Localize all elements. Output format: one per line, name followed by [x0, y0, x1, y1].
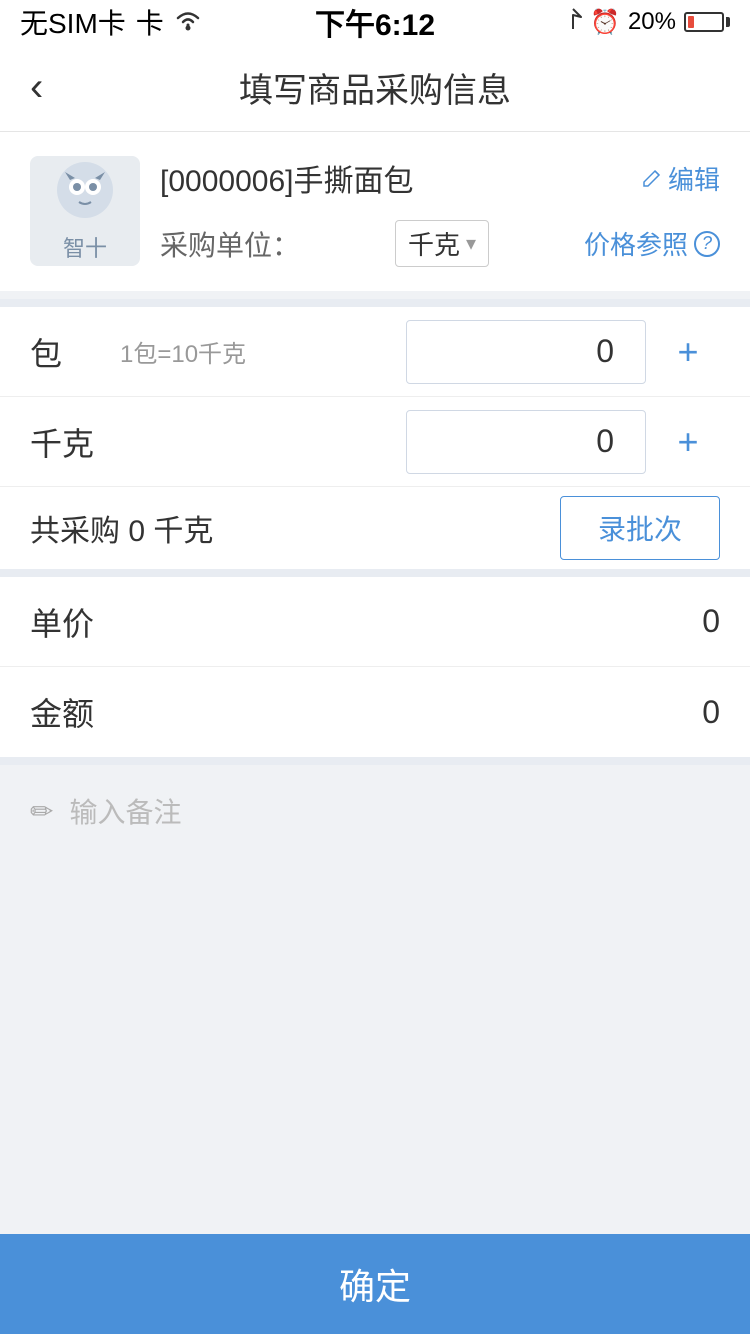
- kg-label: 千克: [30, 419, 110, 465]
- product-thumb-label: 智十: [63, 231, 107, 263]
- section-divider-1: [0, 299, 750, 307]
- status-time: 下午6:12: [315, 0, 435, 44]
- kg-input[interactable]: [406, 410, 646, 474]
- summary-row: 共采购 0 千克 录批次: [0, 487, 750, 577]
- bag-input-row: 包 1包=10千克 +: [0, 307, 750, 397]
- detail-section: 单价 0 金额 0: [0, 577, 750, 765]
- kg-input-row: 千克 +: [0, 397, 750, 487]
- bag-plus-button[interactable]: +: [656, 320, 720, 384]
- confirm-bar[interactable]: 确定: [0, 1234, 750, 1334]
- info-icon: ?: [694, 231, 720, 257]
- input-section: 包 1包=10千克 + 千克 +: [0, 307, 750, 487]
- unit-price-label: 单价: [30, 599, 702, 645]
- edit-button[interactable]: 编辑: [640, 160, 720, 197]
- chevron-down-icon: ▾: [466, 231, 476, 256]
- page-title: 填写商品采购信息: [239, 63, 511, 112]
- product-thumb-icon: [55, 160, 115, 227]
- status-left: 无SIM卡 卡: [20, 2, 202, 42]
- product-unit-row: 采购单位： 千克 ▾ 价格参照 ?: [160, 220, 720, 267]
- sim-icon: 卡: [136, 2, 164, 42]
- bag-sub-label: 1包=10千克: [120, 334, 246, 369]
- pencil-icon: ✏: [30, 795, 53, 828]
- product-thumbnail: 智十: [30, 156, 140, 266]
- product-name: [0000006]手撕面包: [160, 156, 413, 200]
- nav-bar: ‹ 填写商品采购信息: [0, 44, 750, 132]
- back-button[interactable]: ‹: [0, 65, 73, 110]
- batch-button[interactable]: 录批次: [560, 496, 720, 560]
- alarm-icon: ⏰: [590, 8, 620, 37]
- bottom-spacer: [0, 857, 750, 1157]
- status-right: ⏰ 20%: [564, 8, 730, 37]
- unit-price-value: 0: [702, 603, 720, 640]
- battery-pct: 20%: [628, 8, 676, 36]
- price-ref-label: 价格参照: [584, 225, 688, 262]
- bag-label: 包: [30, 329, 110, 375]
- confirm-button[interactable]: 确定: [339, 1258, 411, 1310]
- remark-placeholder: 输入备注: [69, 791, 181, 831]
- product-section: 智十 [0000006]手撕面包 编辑 采购单位： 千克 ▾ 价格参照 ?: [0, 132, 750, 299]
- carrier-text: 无SIM卡: [20, 2, 126, 42]
- summary-text: 共采购 0 千克: [30, 506, 560, 550]
- wifi-icon: [174, 6, 202, 38]
- status-bar: 无SIM卡 卡 下午6:12 ⏰ 20%: [0, 0, 750, 44]
- product-info: [0000006]手撕面包 编辑 采购单位： 千克 ▾ 价格参照 ?: [160, 156, 720, 267]
- unit-label: 采购单位：: [160, 224, 300, 264]
- amount-label: 金额: [30, 689, 702, 735]
- bag-input[interactable]: [406, 320, 646, 384]
- edit-label: 编辑: [668, 160, 720, 197]
- unit-select[interactable]: 千克 ▾: [395, 220, 489, 267]
- unit-price-row: 单价 0: [0, 577, 750, 667]
- location-icon: [564, 8, 582, 37]
- kg-plus-button[interactable]: +: [656, 410, 720, 474]
- battery-icon: [684, 12, 730, 32]
- product-title-row: [0000006]手撕面包 编辑: [160, 156, 720, 200]
- amount-value: 0: [702, 694, 720, 731]
- price-ref-button[interactable]: 价格参照 ?: [584, 225, 720, 262]
- amount-row: 金额 0: [0, 667, 750, 757]
- remark-section[interactable]: ✏ 输入备注: [0, 765, 750, 857]
- unit-value: 千克: [408, 225, 460, 262]
